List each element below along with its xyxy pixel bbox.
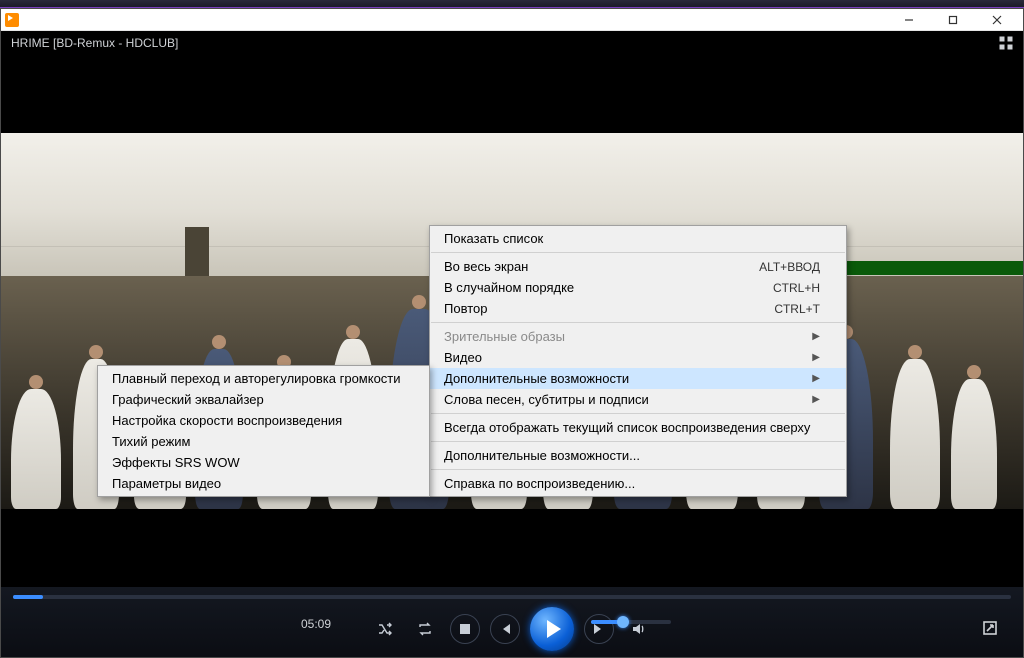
context-submenu-item-label: Параметры видео: [112, 476, 403, 491]
minimize-button[interactable]: [887, 9, 931, 31]
seek-bar[interactable]: [13, 595, 1011, 599]
context-menu-separator: [431, 322, 845, 323]
previous-button[interactable]: [490, 614, 520, 644]
volume-slider[interactable]: [591, 620, 671, 624]
context-submenu-item[interactable]: Плавный переход и авторегулировка громко…: [98, 368, 429, 389]
context-menu-item-label: Дополнительные возможности: [444, 371, 802, 386]
context-menu-separator: [431, 441, 845, 442]
context-submenu-item-label: Графический эквалайзер: [112, 392, 403, 407]
context-menu-item-label: Всегда отображать текущий список воспрои…: [444, 420, 820, 435]
context-submenu-item[interactable]: Эффекты SRS WOW: [98, 452, 429, 473]
context-menu-item[interactable]: Всегда отображать текущий список воспрои…: [430, 417, 846, 438]
context-menu-item[interactable]: ПовторCTRL+T: [430, 298, 846, 319]
next-button[interactable]: [584, 614, 614, 644]
context-menu-item-label: Слова песен, субтитры и подписи: [444, 392, 802, 407]
context-menu-item[interactable]: Слова песен, субтитры и подписи▶: [430, 389, 846, 410]
stop-button[interactable]: [450, 614, 480, 644]
context-menu-item-label: Зрительные образы: [444, 329, 802, 344]
wmp-app-icon: [5, 13, 19, 27]
context-menu-item-label: Видео: [444, 350, 802, 365]
context-menu-item-label: Показать список: [444, 231, 820, 246]
play-button[interactable]: [530, 607, 574, 651]
context-submenu-item-label: Плавный переход и авторегулировка громко…: [112, 371, 403, 386]
context-menu-main: Показать списокВо весь экранALT+ВВОДВ сл…: [429, 225, 847, 497]
media-title: HRIME [BD-Remux - HDCLUB]: [11, 36, 178, 50]
transport-controls: 05:09: [1, 587, 1023, 657]
elapsed-time: 05:09: [301, 617, 331, 631]
seek-progress: [13, 595, 43, 599]
context-menu-item[interactable]: В случайном порядкеCTRL+H: [430, 277, 846, 298]
context-menu-shortcut: ALT+ВВОД: [719, 260, 820, 274]
context-submenu-item[interactable]: Графический эквалайзер: [98, 389, 429, 410]
context-menu-item: Зрительные образы▶: [430, 326, 846, 347]
context-submenu-item-label: Эффекты SRS WOW: [112, 455, 403, 470]
context-submenu-item-label: Настройка скорости воспроизведения: [112, 413, 403, 428]
fullscreen-button[interactable]: [979, 617, 1001, 639]
context-menu-item[interactable]: Справка по воспроизведению...: [430, 473, 846, 494]
repeat-button[interactable]: [410, 614, 440, 644]
submenu-arrow-icon: ▶: [802, 352, 820, 363]
submenu-arrow-icon: ▶: [802, 331, 820, 342]
context-menu-item-label: В случайном порядке: [444, 280, 733, 295]
context-menu-item-label: Дополнительные возможности...: [444, 448, 820, 463]
parent-window-strip: [0, 0, 1024, 8]
context-submenu-item[interactable]: Параметры видео: [98, 473, 429, 494]
maximize-button[interactable]: [931, 9, 975, 31]
context-menu-item-label: Справка по воспроизведению...: [444, 476, 820, 491]
wmp-window: HRIME [BD-Remux - HDCLUB]: [0, 8, 1024, 658]
context-submenu-item[interactable]: Тихий режим: [98, 431, 429, 452]
context-menu-separator: [431, 413, 845, 414]
context-menu-submenu: Плавный переход и авторегулировка громко…: [97, 365, 430, 497]
context-menu-separator: [431, 252, 845, 253]
context-submenu-item-label: Тихий режим: [112, 434, 403, 449]
shuffle-button[interactable]: [370, 614, 400, 644]
context-menu-item[interactable]: Дополнительные возможности...: [430, 445, 846, 466]
context-menu-item[interactable]: Во весь экранALT+ВВОД: [430, 256, 846, 277]
player-area: HRIME [BD-Remux - HDCLUB]: [1, 31, 1023, 657]
context-menu-separator: [431, 469, 845, 470]
context-menu-item[interactable]: Дополнительные возможности▶: [430, 368, 846, 389]
context-menu-item-label: Во весь экран: [444, 259, 719, 274]
submenu-arrow-icon: ▶: [802, 373, 820, 384]
context-menu-item[interactable]: Показать список: [430, 228, 846, 249]
now-playing-bar: HRIME [BD-Remux - HDCLUB]: [1, 31, 1023, 55]
context-menu-item-label: Повтор: [444, 301, 734, 316]
context-submenu-item[interactable]: Настройка скорости воспроизведения: [98, 410, 429, 431]
mute-button[interactable]: [624, 614, 654, 644]
context-menu-shortcut: CTRL+H: [733, 281, 820, 295]
submenu-arrow-icon: ▶: [802, 394, 820, 405]
titlebar: [1, 9, 1023, 31]
context-menu-shortcut: CTRL+T: [734, 302, 820, 316]
close-button[interactable]: [975, 9, 1019, 31]
context-menu-item[interactable]: Видео▶: [430, 347, 846, 368]
volume-control: [591, 620, 671, 624]
switch-to-library-icon[interactable]: [999, 36, 1013, 50]
